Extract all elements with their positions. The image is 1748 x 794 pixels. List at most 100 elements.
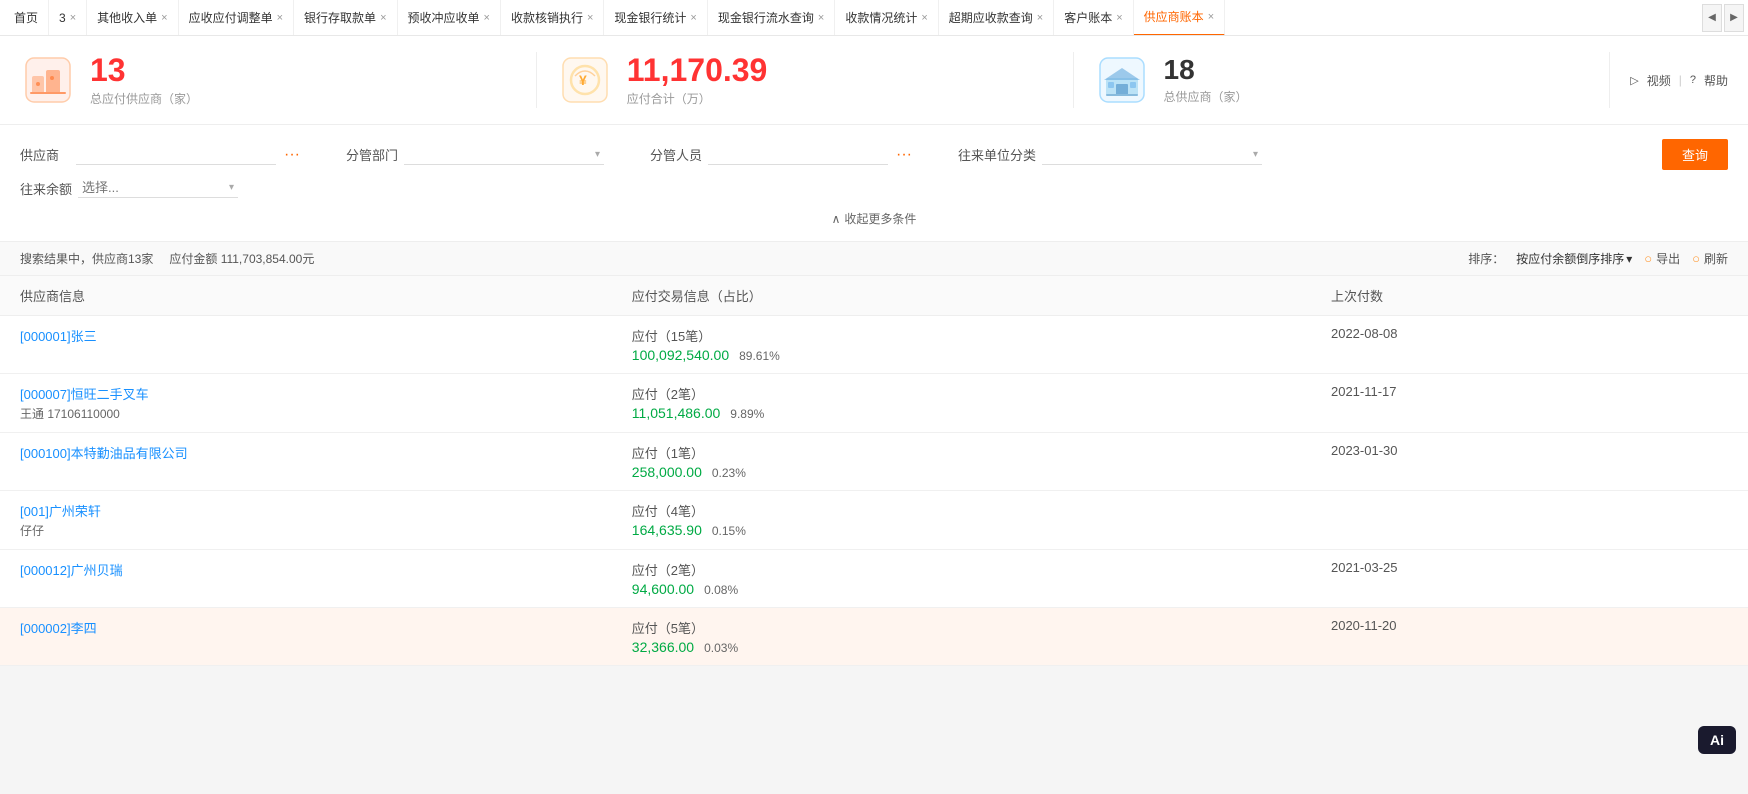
close-icon[interactable]: × (1037, 12, 1043, 24)
close-icon[interactable]: × (921, 12, 927, 24)
cell-last-pay-2: 2023-01-30 (1311, 433, 1748, 491)
chevron-down-icon-sort: ▾ (1626, 252, 1632, 266)
nav-tab-home[interactable]: 首页 (4, 0, 49, 36)
cell-supplier-5: [000002]李四 (0, 608, 612, 666)
export-button[interactable]: ○ 导出 (1644, 250, 1680, 267)
nav-tab-bank[interactable]: 银行存取款单 × (294, 0, 397, 36)
tx-count-4: 应付（2笔） (632, 560, 1291, 579)
collapse-button[interactable]: ∧ 收起更多条件 (832, 206, 917, 231)
close-icon[interactable]: × (1116, 12, 1122, 24)
money-icon: ¥ (557, 52, 613, 108)
nav-tab-supplier[interactable]: 供应商账本 × (1134, 0, 1225, 36)
refresh-button[interactable]: ○ 刷新 (1692, 250, 1728, 267)
ai-button[interactable]: Ai (1698, 726, 1736, 754)
tx-percent-1: 9.89% (730, 407, 764, 421)
nav-tab-customer-label: 客户账本 (1064, 9, 1112, 26)
stats-bar: 13 总应付供应商（家） ¥ 11,170.39 应付合计（万） (0, 36, 1748, 125)
filter-balance: 往来余额 ▾ (20, 178, 238, 198)
tx-amount-5[interactable]: 32,366.00 (632, 639, 694, 655)
table-wrap: 供应商信息 应付交易信息（占比） 上次付数 [000001]张三 应付（15笔）1… (0, 276, 1748, 666)
nav-tab-overdue[interactable]: 超期应收款查询 × (939, 0, 1054, 36)
cell-tx-3: 应付（4笔）164,635.900.15% (612, 491, 1311, 550)
supplier-link-1[interactable]: [000007]恒旺二手叉车 (20, 387, 149, 402)
tx-count-1: 应付（2笔） (632, 384, 1291, 403)
tx-amount-1[interactable]: 11,051,486.00 (632, 405, 721, 421)
close-icon[interactable]: × (70, 12, 76, 24)
nav-tab-pay-stat[interactable]: 收款情况统计 × (835, 0, 938, 36)
nav-tab-pay-stat-label: 收款情况统计 (845, 9, 917, 26)
filter-row-2: 往来余额 ▾ (20, 178, 1728, 198)
table-row: [000001]张三应付（15笔）100,092,540.0089.61%202… (0, 316, 1748, 374)
close-icon[interactable]: × (277, 12, 283, 24)
nav-tab-3[interactable]: 3 × (49, 0, 87, 36)
tx-count-5: 应付（5笔） (632, 618, 1291, 637)
result-amount: 应付金额 111,703,854.00元 (169, 250, 314, 267)
close-icon[interactable]: × (161, 12, 167, 24)
close-icon[interactable]: × (818, 12, 824, 24)
help-link[interactable]: 帮助 (1704, 72, 1728, 89)
close-icon[interactable]: × (380, 12, 386, 24)
filter-balance-label: 往来余额 (20, 179, 72, 198)
nav-arrow-left[interactable]: ◀ (1702, 4, 1722, 32)
result-bar-left: 搜索结果中，供应商13家 应付金额 111,703,854.00元 (20, 250, 314, 267)
person-input[interactable] (708, 145, 888, 165)
balance-select-wrap[interactable]: ▾ (78, 178, 238, 198)
nav-tab-verify[interactable]: 收款核销执行 × (501, 0, 604, 36)
nav-tab-cash-stat-label: 现金银行统计 (614, 9, 686, 26)
refresh-label: 刷新 (1704, 250, 1728, 267)
table-row: [000007]恒旺二手叉车王通 17106110000 应付（2笔） 11,051… (0, 374, 1748, 433)
close-icon[interactable]: × (690, 12, 696, 24)
nav-tab-cash-stat[interactable]: 现金银行统计 × (604, 0, 707, 36)
supplier-link-5[interactable]: [000002]李四 (20, 621, 97, 636)
nav-tab-cash-flow[interactable]: 现金银行流水查询 × (708, 0, 835, 36)
dept-select-wrap[interactable]: ▾ (404, 145, 604, 165)
cell-tx-0: 应付（15笔）100,092,540.0089.61% (612, 316, 1311, 374)
dept-input[interactable] (404, 145, 584, 164)
person-dots[interactable]: ··· (896, 146, 912, 164)
col-tx-info: 应付交易信息（占比） (612, 276, 1311, 316)
video-link[interactable]: 视频 (1647, 72, 1671, 89)
supplier-dots[interactable]: ··· (284, 146, 300, 164)
close-icon[interactable]: × (1208, 11, 1214, 23)
nav-tab-ar-adjust[interactable]: 应收应付调整单 × (179, 0, 294, 36)
table-row: [001]广州荣轩仔仔应付（4笔）164,635.900.15% (0, 491, 1748, 550)
supplier-link-0[interactable]: [000001]张三 (20, 329, 97, 344)
unit-select-wrap[interactable]: ▾ (1042, 145, 1262, 165)
nav-tab-verify-label: 收款核销执行 (511, 9, 583, 26)
filter-row-1: 供应商 ··· 分管部门 ▾ 分管人员 ··· 往来单位分类 ▾ 查询 (20, 139, 1728, 170)
nav-tab-customer[interactable]: 客户账本 × (1054, 0, 1133, 36)
nav-tab-prepay[interactable]: 预收冲应收单 × (398, 0, 501, 36)
tx-amount-3[interactable]: 164,635.90 (632, 522, 702, 538)
tx-amount-4[interactable]: 94,600.00 (632, 581, 694, 597)
cell-tx-4: 应付（2笔）94,600.000.08% (612, 550, 1311, 608)
tx-percent-2: 0.23% (712, 466, 746, 480)
tx-amount-0[interactable]: 100,092,540.00 (632, 347, 729, 363)
supplier-link-3[interactable]: [001]广州荣轩 (20, 504, 101, 519)
cell-last-pay-3 (1311, 491, 1748, 550)
stat-payable-number: 13 (90, 53, 198, 88)
supplier-sub-1: 王通 17106110000 (20, 405, 592, 422)
nav-tab-prepay-label: 预收冲应收单 (408, 9, 480, 26)
nav-tab-overdue-label: 超期应收款查询 (949, 9, 1033, 26)
unit-input[interactable] (1042, 145, 1242, 164)
tx-amount-2[interactable]: 258,000.00 (632, 464, 702, 480)
supplier-input[interactable] (76, 145, 276, 165)
close-icon[interactable]: × (587, 12, 593, 24)
close-icon[interactable]: × (484, 12, 490, 24)
supplier-link-4[interactable]: [000012]广州贝瑞 (20, 563, 123, 578)
filter-unit-label: 往来单位分类 (958, 145, 1036, 164)
nav-tab-other-income[interactable]: 其他收入单 × (87, 0, 178, 36)
sort-select[interactable]: 按应付余额倒序排序 ▾ (1516, 250, 1632, 267)
query-button[interactable]: 查询 (1662, 139, 1728, 170)
result-bar-right: 排序： 按应付余额倒序排序 ▾ ○ 导出 ○ 刷新 (1468, 250, 1728, 267)
supplier-link-2[interactable]: [000100]本特勤油品有限公司 (20, 446, 188, 461)
col-last-pay: 上次付数 (1311, 276, 1748, 316)
supplier-icon (20, 52, 76, 108)
cell-tx-5: 应付（5笔）32,366.000.03% (612, 608, 1311, 666)
col-supplier-info: 供应商信息 (0, 276, 612, 316)
export-label: 导出 (1656, 250, 1680, 267)
nav-arrow-right[interactable]: ▶ (1724, 4, 1744, 32)
stat-supplier-count-number: 18 (1164, 55, 1248, 86)
cell-supplier-3: [001]广州荣轩仔仔 (0, 491, 612, 550)
balance-input[interactable] (78, 178, 218, 197)
